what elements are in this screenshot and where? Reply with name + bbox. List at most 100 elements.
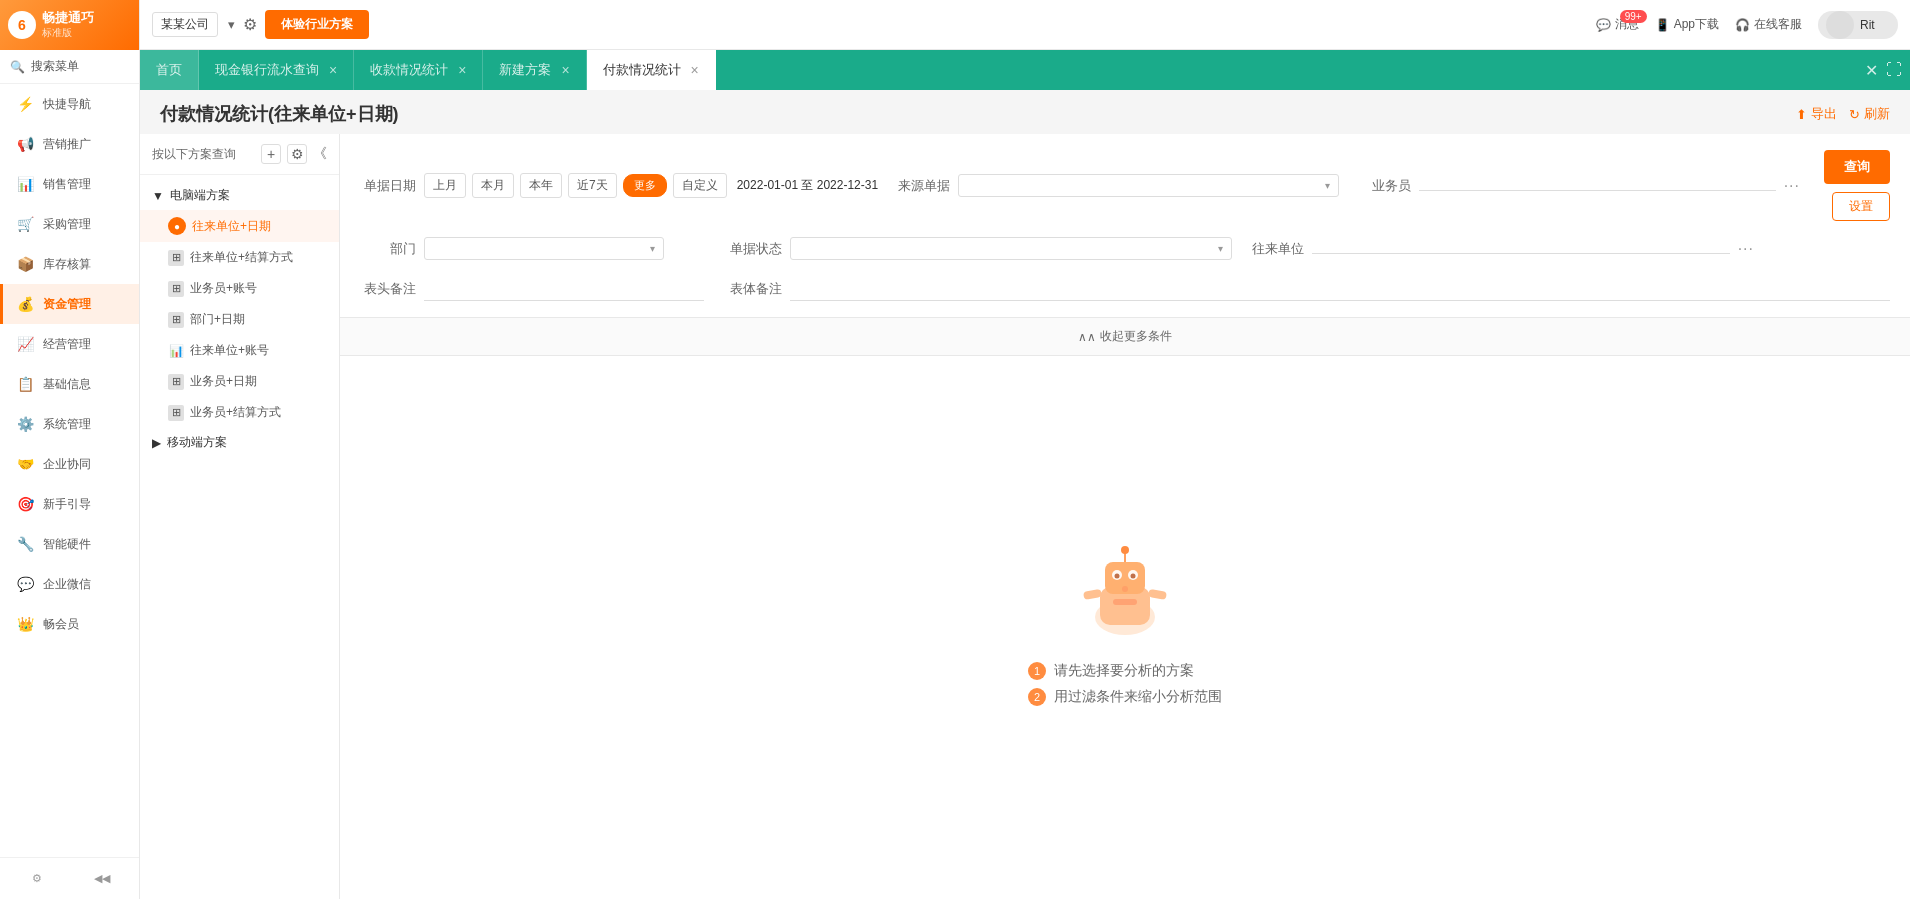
sidebar-search[interactable]: 🔍 搜索菜单 (0, 50, 139, 84)
sidebar-item-marketing[interactable]: 📢 营销推广 (0, 124, 139, 164)
scheme-item-contact-settle[interactable]: ⊞ 往来单位+结算方式 (140, 242, 339, 273)
scheme-group-arrow: ▼ (152, 189, 164, 203)
sidebar-item-system[interactable]: ⚙️ 系统管理 (0, 404, 139, 444)
sidebar-item-guide[interactable]: 🎯 新手引导 (0, 484, 139, 524)
sidebar-item-inventory[interactable]: 📦 库存核算 (0, 244, 139, 284)
scheme-settings-btn[interactable]: ⚙ (287, 144, 307, 164)
sidebar-item-finance[interactable]: 💰 资金管理 (0, 284, 139, 324)
refresh-btn[interactable]: ↻ 刷新 (1849, 105, 1890, 123)
nav-item-label: 企业协同 (43, 456, 91, 473)
tab-payments-close[interactable]: × (691, 63, 699, 77)
tab-payments[interactable]: 付款情况统计 × (587, 50, 716, 90)
quick-nav-icon: ⚡ (15, 94, 35, 114)
sidebar-collapse-btn[interactable]: ◀◀ (74, 866, 132, 891)
wechat-icon: 💬 (15, 574, 35, 594)
tab-home[interactable]: 首页 (140, 50, 199, 90)
filter-contact-dots[interactable]: ··· (1738, 240, 1754, 258)
nav-item-label: 经营管理 (43, 336, 91, 353)
vip-icon: 👑 (15, 614, 35, 634)
topbar-actions: 💬 消息 99+ 📱 App下载 🎧 在线客服 Rit (1596, 11, 1898, 39)
online-service-icon: 🎧 (1735, 18, 1750, 32)
notification-action[interactable]: 💬 消息 99+ (1596, 16, 1639, 33)
sidebar-item-wechat[interactable]: 💬 企业微信 (0, 564, 139, 604)
scheme-group-pc-header[interactable]: ▼ 电脑端方案 (140, 181, 339, 210)
filter-date-btns: 上月 本月 本年 近7天 更多 自定义 2022-01-01 至 2022-12… (424, 173, 878, 198)
nav-item-label: 采购管理 (43, 216, 91, 233)
sidebar-item-sales[interactable]: 📊 销售管理 (0, 164, 139, 204)
query-btn[interactable]: 查询 (1824, 150, 1890, 184)
filter-dept-select[interactable]: ▾ (424, 237, 664, 260)
date-btn-more[interactable]: 更多 (623, 174, 667, 197)
filter-settings-btn[interactable]: 设置 (1832, 192, 1890, 221)
tab-fullscreen-btn[interactable]: ⛶ (1886, 61, 1902, 79)
nav-item-label: 库存核算 (43, 256, 91, 273)
sidebar-item-quick-nav[interactable]: ⚡ 快捷导航 (0, 84, 139, 124)
scheme-group-mobile-header[interactable]: ▶ 移动端方案 (140, 428, 339, 457)
sidebar-item-purchase[interactable]: 🛒 采购管理 (0, 204, 139, 244)
filter-row-2: 部门 ▾ 单据状态 ▾ 往来单位 (360, 237, 1890, 260)
user-avatar (1826, 11, 1854, 39)
sidebar-bottom: ⚙ ◀◀ (0, 857, 139, 899)
sidebar-item-vip[interactable]: 👑 畅会员 (0, 604, 139, 644)
filter-row-3: 表头备注 表体备注 (360, 276, 1890, 301)
scheme-collapse-btn[interactable]: 《 (313, 145, 327, 163)
filter-voucher-status-select[interactable]: ▾ (790, 237, 1232, 260)
sidebar-settings-btn[interactable]: ⚙ (8, 866, 66, 891)
empty-hint-1: 1 请先选择要分析的方案 (1028, 662, 1222, 680)
sidebar-item-basic-info[interactable]: 📋 基础信息 (0, 364, 139, 404)
date-btn-last-month[interactable]: 上月 (424, 173, 466, 198)
tab-new-scheme-close[interactable]: × (561, 63, 569, 77)
tab-bank-flow-close[interactable]: × (329, 63, 337, 77)
tab-new-scheme[interactable]: 新建方案 × (483, 50, 586, 90)
filter-staff-input[interactable] (1419, 180, 1776, 191)
empty-state: 1 请先选择要分析的方案 2 用过滤条件来缩小分析范围 (340, 356, 1910, 899)
scheme-item-staff-account[interactable]: ⊞ 业务员+账号 (140, 273, 339, 304)
hint-num-1: 1 (1028, 662, 1046, 680)
date-btn-custom[interactable]: 自定义 (673, 173, 727, 198)
tab-bank-flow[interactable]: 现金银行流水查询 × (199, 50, 354, 90)
scheme-item-dept-date[interactable]: ⊞ 部门+日期 (140, 304, 339, 335)
filter-contact-input[interactable] (1312, 243, 1730, 254)
sidebar-item-hardware[interactable]: 🔧 智能硬件 (0, 524, 139, 564)
app-download-action[interactable]: 📱 App下载 (1655, 16, 1719, 33)
company-selector[interactable]: 某某公司 (152, 12, 218, 37)
date-btn-this-year[interactable]: 本年 (520, 173, 562, 198)
scheme-item-staff-settle[interactable]: ⊞ 业务员+结算方式 (140, 397, 339, 428)
filter-staff-label: 业务员 (1355, 177, 1411, 195)
online-service-action[interactable]: 🎧 在线客服 (1735, 16, 1802, 33)
scheme-item-contact-account[interactable]: 📊 往来单位+账号 (140, 335, 339, 366)
scheme-item-contact-date[interactable]: ● 往来单位+日期 (140, 210, 339, 242)
tab-receipts-close[interactable]: × (458, 63, 466, 77)
filter-voucher-status-label: 单据状态 (726, 240, 782, 258)
collapse-arrow-icon: ∧∧ (1078, 330, 1096, 344)
notification-icon: 💬 (1596, 18, 1611, 32)
scheme-item-label: 业务员+账号 (190, 280, 257, 297)
scheme-add-btn[interactable]: + (261, 144, 281, 164)
export-btn[interactable]: ⬆ 导出 (1796, 105, 1837, 123)
app-name: 畅捷通巧 (42, 10, 94, 26)
filter-header-note-input[interactable] (424, 276, 704, 301)
filter-source-label: 来源单据 (894, 177, 950, 195)
scheme-item-label: 往来单位+账号 (190, 342, 269, 359)
filter-source-select[interactable]: ▾ (958, 174, 1339, 197)
trial-btn[interactable]: 体验行业方案 (265, 10, 369, 39)
sidebar-item-corp[interactable]: 🤝 企业协同 (0, 444, 139, 484)
user-name: Rit (1860, 18, 1875, 32)
user-info-area[interactable]: Rit (1818, 11, 1898, 39)
tabbar-controls: ✕ ⛶ (1857, 50, 1910, 90)
corp-icon: 🤝 (15, 454, 35, 474)
filter-staff-dots[interactable]: ··· (1784, 177, 1800, 195)
filter-body-note-input[interactable] (790, 276, 1890, 301)
scheme-contact-settle-icon: ⊞ (168, 250, 184, 266)
date-btn-this-month[interactable]: 本月 (472, 173, 514, 198)
tab-receipts[interactable]: 收款情况统计 × (354, 50, 483, 90)
collapse-conditions-btn[interactable]: ∧∧ 收起更多条件 (1078, 328, 1172, 345)
scheme-item-staff-date[interactable]: ⊞ 业务员+日期 (140, 366, 339, 397)
date-btn-7days[interactable]: 近7天 (568, 173, 617, 198)
company-dropdown-icon[interactable]: ▾ (228, 17, 235, 32)
filter-voucher-status-arrow: ▾ (1218, 243, 1223, 254)
topbar-settings-icon[interactable]: ⚙ (243, 15, 257, 34)
topbar: 某某公司 ▾ ⚙ 体验行业方案 💬 消息 99+ 📱 App下载 🎧 在线客服 … (140, 0, 1910, 50)
sidebar-item-operation[interactable]: 📈 经营管理 (0, 324, 139, 364)
tab-close-all-btn[interactable]: ✕ (1865, 61, 1878, 80)
